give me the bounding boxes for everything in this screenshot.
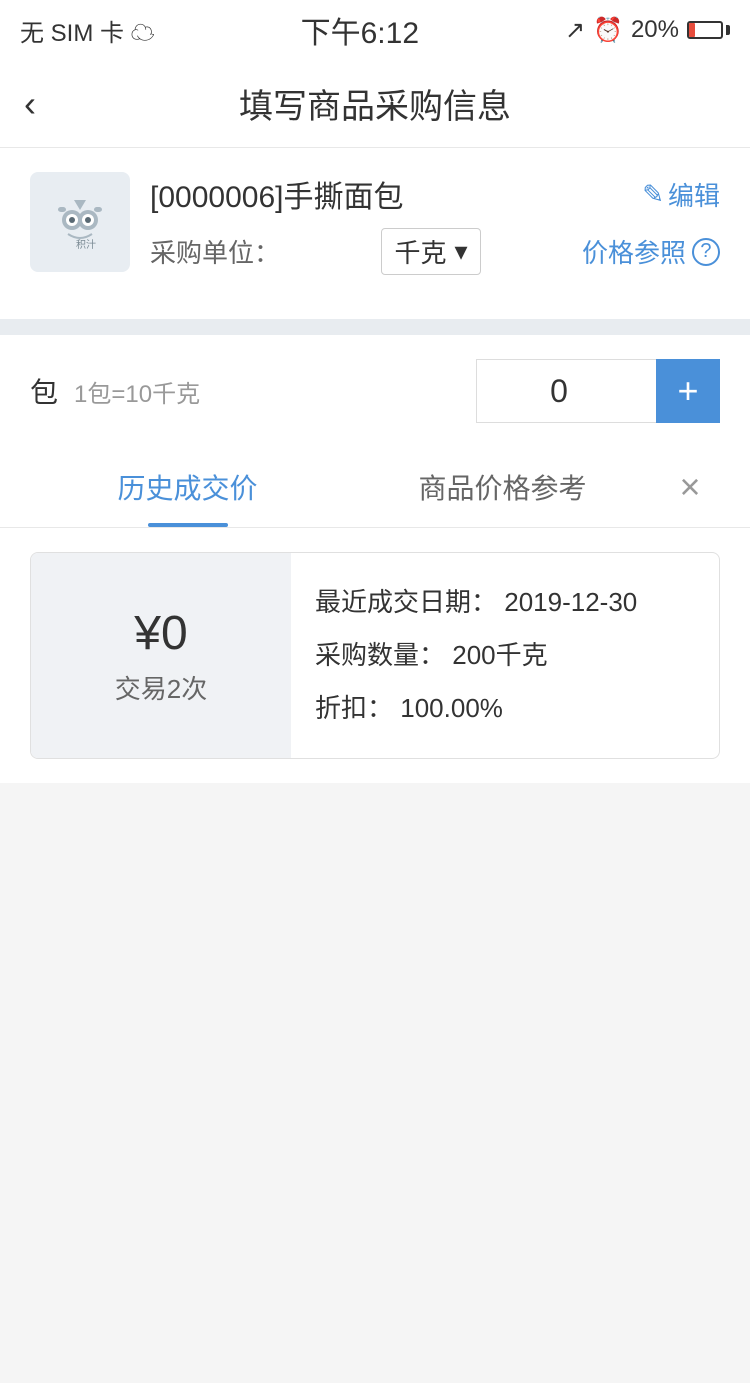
alarm-icon: ⏰ xyxy=(593,16,623,45)
unit-row: 采购单位： 千克 ▾ 价格参照 ? xyxy=(150,228,720,275)
tab-history-label: 历史成交价 xyxy=(117,467,257,507)
transaction-discount-row: 折扣： 100.00% xyxy=(315,689,695,728)
transaction-right: 最近成交日期： 2019-12-30 采购数量： 200千克 折扣： 100.0… xyxy=(291,553,719,758)
tab-product-label: 商品价格参考 xyxy=(418,467,586,507)
quantity-row: 包 1包=10千克 + xyxy=(0,335,750,447)
battery-percent: 20% xyxy=(631,16,679,44)
help-icon: ? xyxy=(692,238,720,266)
tab-close-button[interactable]: × xyxy=(660,447,720,527)
page-background xyxy=(0,783,750,1383)
transaction-left: ¥0 交易2次 xyxy=(31,553,291,758)
unit-badge: 包 xyxy=(30,371,58,411)
bottom-panel: 历史成交价 商品价格参考 × ¥0 交易2次 最近成交日期： 2019-12-3… xyxy=(0,447,750,783)
edit-icon: ✎ xyxy=(642,179,664,210)
unit-select[interactable]: 千克 ▾ xyxy=(381,228,480,275)
product-header: 积汁 [0000006]手撕面包 ✎ 编辑 采购单位： 千克 ▾ 价格参照 ? xyxy=(30,172,720,275)
status-time: 下午6:12 xyxy=(301,8,419,52)
product-image: 积汁 xyxy=(30,172,130,272)
date-label: 最近成交日期： xyxy=(315,587,497,617)
date-value: 2019-12-30 xyxy=(504,587,637,617)
product-info: [0000006]手撕面包 ✎ 编辑 采购单位： 千克 ▾ 价格参照 ? xyxy=(150,172,720,275)
unit-info: 包 1包=10千克 xyxy=(30,371,200,411)
status-left: 无 SIM 卡 ☁ xyxy=(20,13,155,48)
edit-button[interactable]: ✎ 编辑 xyxy=(642,176,720,213)
quantity-control: + xyxy=(476,359,720,423)
back-button[interactable]: ‹ xyxy=(24,83,36,125)
tab-row: 历史成交价 商品价格参考 × xyxy=(0,447,750,528)
status-bar: 无 SIM 卡 ☁ 下午6:12 ↗ ⏰ 20% xyxy=(0,0,750,60)
discount-label: 折扣： xyxy=(315,693,393,723)
unit-label-text: 采购单位： xyxy=(150,233,280,270)
no-sim-text: 无 SIM 卡 ☁ xyxy=(20,13,155,48)
product-name-row: [0000006]手撕面包 ✎ 编辑 xyxy=(150,172,720,216)
dropdown-icon: ▾ xyxy=(454,236,467,267)
product-card: 积汁 [0000006]手撕面包 ✎ 编辑 采购单位： 千克 ▾ 价格参照 ? xyxy=(0,148,750,319)
svg-text:积汁: 积汁 xyxy=(76,238,96,251)
transaction-list: ¥0 交易2次 最近成交日期： 2019-12-30 采购数量： 200千克 折… xyxy=(0,528,750,783)
battery-icon xyxy=(687,21,730,39)
owl-logo: 积汁 xyxy=(50,192,110,252)
unit-value: 千克 xyxy=(394,233,446,270)
qty-value: 200千克 xyxy=(452,640,547,670)
transaction-count: 交易2次 xyxy=(115,669,207,706)
page-title: 填写商品采购信息 xyxy=(239,79,511,128)
quantity-plus-button[interactable]: + xyxy=(656,359,720,423)
qty-label: 采购数量： xyxy=(315,640,445,670)
price-ref-button[interactable]: 价格参照 ? xyxy=(582,233,720,270)
quantity-input[interactable] xyxy=(476,359,656,423)
discount-value: 100.00% xyxy=(400,693,503,723)
transaction-price: ¥0 xyxy=(134,606,187,661)
edit-label: 编辑 xyxy=(668,176,720,213)
unit-ratio: 1包=10千克 xyxy=(74,374,200,409)
price-ref-label: 价格参照 xyxy=(582,233,686,270)
location-icon: ↗ xyxy=(565,16,585,45)
nav-bar: ‹ 填写商品采购信息 xyxy=(0,60,750,148)
section-divider xyxy=(0,319,750,335)
status-right: ↗ ⏰ 20% xyxy=(565,16,730,45)
tab-product-price[interactable]: 商品价格参考 xyxy=(345,447,660,527)
transaction-date-row: 最近成交日期： 2019-12-30 xyxy=(315,583,695,622)
tab-history-price[interactable]: 历史成交价 xyxy=(30,447,345,527)
product-name: [0000006]手撕面包 xyxy=(150,172,403,216)
transaction-qty-row: 采购数量： 200千克 xyxy=(315,636,695,675)
transaction-card: ¥0 交易2次 最近成交日期： 2019-12-30 采购数量： 200千克 折… xyxy=(30,552,720,759)
